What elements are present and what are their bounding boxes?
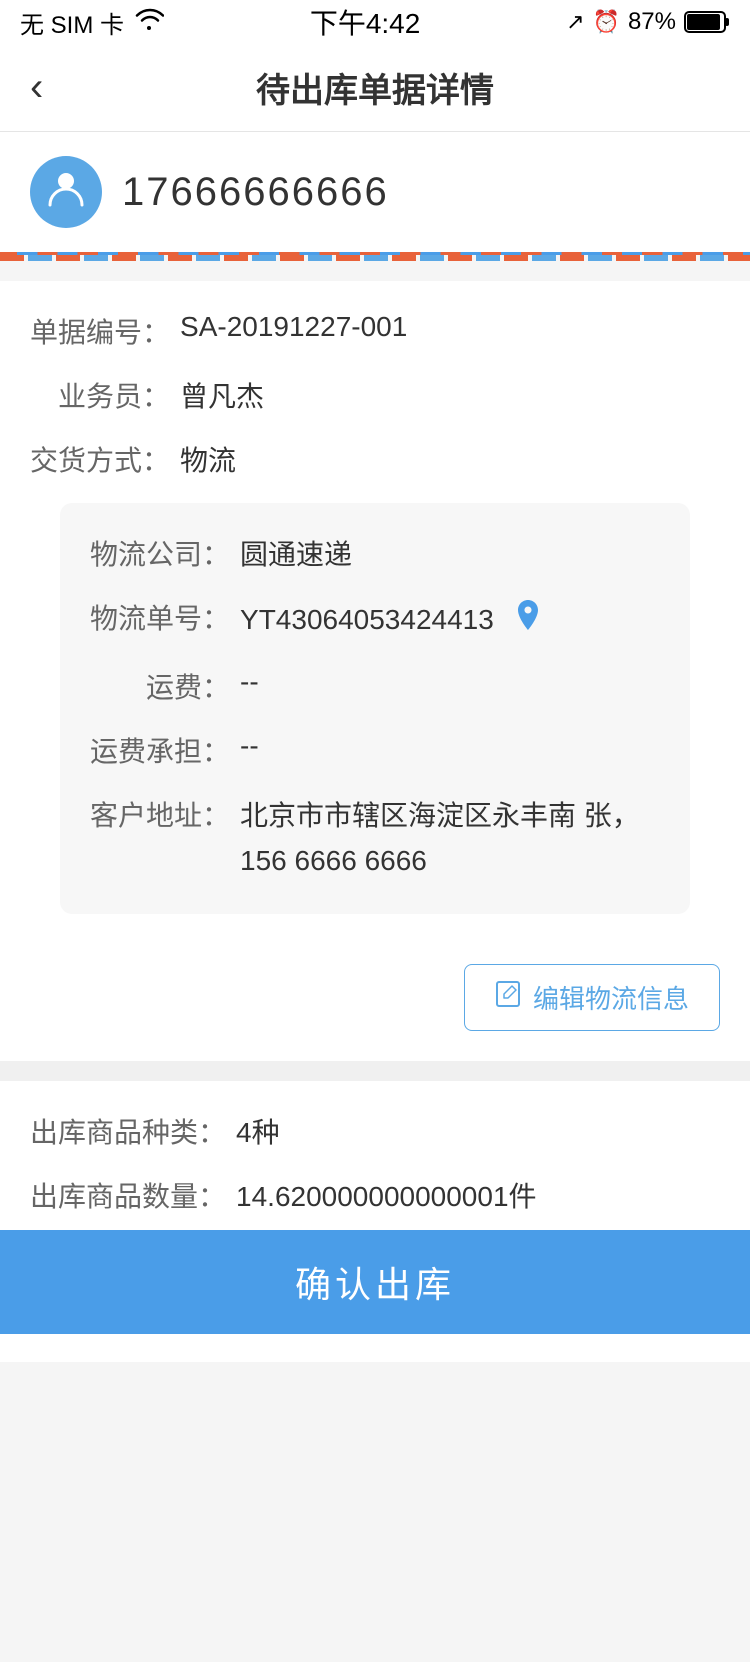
product-type-label: 出库商品种类： — [30, 1111, 226, 1151]
logistics-tracking-value: YT43064053424413 — [240, 597, 660, 642]
salesman-row: 业务员： 曾凡杰 — [30, 375, 720, 415]
logistics-company-label: 物流公司： — [90, 533, 230, 573]
user-icon — [46, 167, 86, 217]
delivery-label: 交货方式： — [30, 439, 170, 479]
status-bar: 无 SIM 卡 下午4:42 ↗ ⏰ 87% — [0, 0, 750, 44]
salesman-value: 曾凡杰 — [180, 375, 720, 415]
edit-btn-wrap: 编辑物流信息 — [0, 944, 750, 1061]
time-label: 下午4:42 — [310, 2, 421, 42]
alarm-icon: ⏰ — [593, 9, 620, 35]
product-quantity-value: 14.620000000000001件 — [236, 1175, 720, 1215]
doc-number-row: 单据编号： SA-20191227-001 — [30, 311, 720, 351]
freight-bearer-row: 运费承担： -- — [90, 730, 660, 770]
logistics-tracking-row: 物流单号： YT43064053424413 — [90, 597, 660, 642]
avatar — [30, 156, 102, 228]
nav-bar: ‹ 待出库单据详情 — [0, 44, 750, 132]
battery-label: 87% — [628, 8, 676, 36]
section-divider — [0, 1061, 750, 1081]
dashed-divider — [0, 255, 750, 261]
customer-phone: 17666666666 — [122, 170, 389, 215]
status-left: 无 SIM 卡 — [20, 5, 164, 40]
confirm-outbound-button[interactable]: 确认出库 — [0, 1256, 750, 1308]
product-section: 出库商品种类： 4种 出库商品数量： 14.620000000000001件 — [0, 1081, 750, 1245]
wifi-icon — [134, 8, 164, 37]
location-status-icon: ↗ — [566, 9, 584, 35]
customer-header: 17666666666 — [0, 132, 750, 255]
doc-number-label: 单据编号： — [30, 311, 170, 351]
delivery-value: 物流 — [180, 439, 720, 479]
product-quantity-row: 出库商品数量： 14.620000000000001件 — [30, 1175, 720, 1215]
address-row: 客户地址： 北京市市辖区海淀区永丰南 张，156 6666 6666 — [90, 794, 660, 884]
edit-btn-label: 编辑物流信息 — [533, 979, 689, 1016]
product-type-value: 4种 — [236, 1111, 720, 1151]
freight-bearer-value: -- — [240, 730, 660, 762]
logistics-company-row: 物流公司： 圆通速递 — [90, 533, 660, 573]
freight-row: 运费： -- — [90, 666, 660, 706]
freight-bearer-label: 运费承担： — [90, 730, 230, 770]
edit-icon — [495, 980, 523, 1015]
address-label: 客户地址： — [90, 794, 230, 834]
salesman-label: 业务员： — [30, 375, 170, 415]
product-quantity-label: 出库商品数量： — [30, 1175, 226, 1215]
edit-logistics-button[interactable]: 编辑物流信息 — [464, 964, 720, 1031]
logistics-card: 物流公司： 圆通速递 物流单号： YT43064053424413 运费： -- — [60, 503, 690, 914]
order-info-section: 单据编号： SA-20191227-001 业务员： 曾凡杰 交货方式： 物流 … — [0, 281, 750, 944]
address-value: 北京市市辖区海淀区永丰南 张，156 6666 6666 — [240, 794, 660, 884]
freight-value: -- — [240, 666, 660, 698]
logistics-company-value: 圆通速递 — [240, 533, 660, 573]
bottom-spacer — [0, 1362, 750, 1562]
logistics-tracking-label: 物流单号： — [90, 597, 230, 637]
status-right: ↗ ⏰ 87% — [566, 8, 730, 36]
location-track-icon[interactable] — [510, 597, 546, 642]
product-type-row: 出库商品种类： 4种 — [30, 1111, 720, 1151]
freight-label: 运费： — [90, 666, 230, 706]
back-button[interactable]: ‹ — [30, 65, 43, 110]
carrier-label: 无 SIM 卡 — [20, 5, 124, 40]
page-title: 待出库单据详情 — [256, 63, 494, 112]
doc-number-value: SA-20191227-001 — [180, 311, 720, 343]
battery-icon — [684, 10, 730, 34]
delivery-row: 交货方式： 物流 — [30, 439, 720, 479]
confirm-btn-wrap: 确认出库 — [0, 1230, 750, 1334]
